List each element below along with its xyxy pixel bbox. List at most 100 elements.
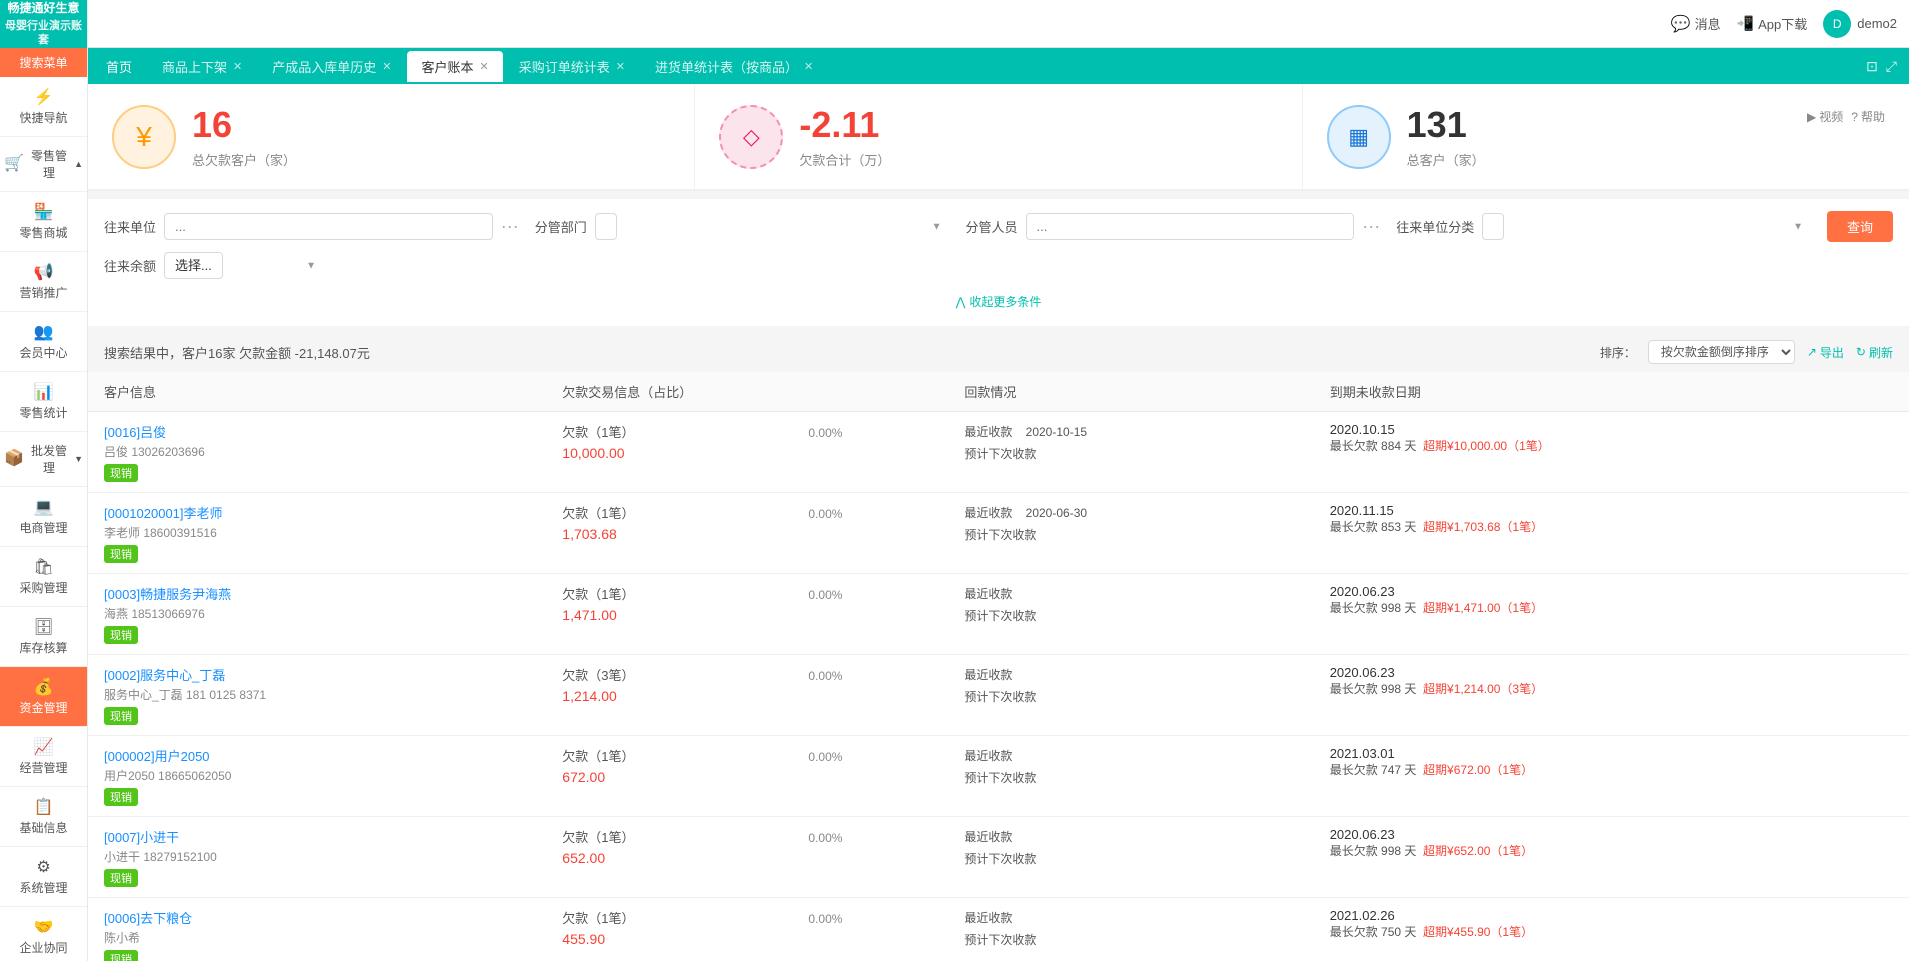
manager-more-btn[interactable]: ···: [1362, 216, 1380, 237]
cell-due-date: 2020.10.15 最长欠款 884 天 超期¥10,000.00（1笔）: [1314, 412, 1909, 493]
overdue-link[interactable]: 超期¥672.00（1笔）: [1423, 763, 1533, 777]
app-download-btn[interactable]: 📲 App下载: [1737, 14, 1808, 33]
sidebar-item-retail-mgmt[interactable]: 🛒 零售管理 ▲: [0, 137, 87, 192]
sidebar-item-inventory[interactable]: 🗄 库存核算: [0, 607, 87, 667]
balance-select-wrapper: 选择...: [164, 252, 324, 279]
stat-info-debt: -2.11 欠款合计（万）: [799, 104, 890, 169]
message-btn[interactable]: 💬 消息: [1671, 14, 1721, 34]
export-icon: ↗: [1807, 345, 1817, 359]
sidebar-item-members[interactable]: 👥 会员中心: [0, 312, 87, 372]
tab-close-product-offsale[interactable]: ✕: [233, 60, 242, 73]
cell-return-info: 最近收款 2020-10-15 预计下次收款: [948, 412, 1313, 493]
tab-minimize-btn[interactable]: ⊡: [1866, 58, 1878, 75]
operations-icon: 📈: [4, 737, 83, 757]
sidebar-item-quick-nav[interactable]: ⚡ 快捷导航: [0, 77, 87, 137]
customer-name[interactable]: [0003]畅捷服务尹海燕: [104, 584, 530, 603]
customer-name[interactable]: [0001020001]李老师: [104, 503, 530, 522]
video-btn[interactable]: ▶ 视频: [1807, 108, 1843, 125]
tab-expand-btn[interactable]: ⤢: [1886, 58, 1897, 75]
customer-name[interactable]: [0002]服务中心_丁磊: [104, 665, 530, 684]
tab-home[interactable]: 首页: [92, 51, 146, 82]
unit-category-select[interactable]: [1482, 213, 1504, 240]
overdue-link[interactable]: 超期¥455.90（1笔）: [1423, 925, 1533, 939]
overdue-link[interactable]: 超期¥1,703.68（1笔）: [1423, 520, 1543, 534]
manager-input[interactable]: [1026, 213, 1355, 240]
sidebar-item-basic-info[interactable]: 📋 基础信息: [0, 787, 87, 847]
sidebar-item-operations[interactable]: 📈 经营管理: [0, 727, 87, 787]
sidebar-item-finance[interactable]: 💰 资金管理: [0, 667, 87, 727]
tab-close-customer-account[interactable]: ✕: [480, 60, 489, 73]
sidebar-item-system[interactable]: ⚙ 系统管理: [0, 847, 87, 907]
customer-name[interactable]: [0006]去下粮仓: [104, 908, 530, 927]
cell-debt-count: 欠款（1笔） 10,000.00: [546, 412, 792, 493]
cell-return-info: 最近收款 预计下次收款: [948, 817, 1313, 898]
customer-name[interactable]: [000002]用户2050: [104, 746, 530, 765]
customer-name[interactable]: [0007]小进干: [104, 827, 530, 846]
cell-return-info: 最近收款 预计下次收款: [948, 736, 1313, 817]
customer-phone: 陈小希: [104, 929, 530, 946]
sidebar-item-ecommerce[interactable]: 💻 电商管理: [0, 487, 87, 547]
sort-select[interactable]: 按欠款金额倒序排序: [1648, 340, 1795, 364]
help-btn[interactable]: ? 帮助: [1851, 108, 1885, 125]
purchase-mgmt-icon: 🛍: [4, 557, 83, 577]
retail-mgmt-icon: 🛒: [4, 153, 24, 173]
refresh-icon: ↻: [1856, 345, 1866, 359]
finance-icon: 💰: [4, 677, 83, 697]
chevron-down-icon: ▲: [74, 159, 83, 169]
customer-tag: 现销: [104, 545, 138, 563]
app-logo: 畅捷通好生意 母婴行业演示账套: [0, 0, 87, 48]
source-unit-input[interactable]: [164, 213, 493, 240]
cell-due-date: 2021.02.26 最长欠款 750 天 超期¥455.90（1笔）: [1314, 898, 1909, 961]
balance-select[interactable]: 选择...: [164, 252, 223, 279]
unit-category-select-wrapper: [1482, 213, 1811, 240]
source-unit-more-btn[interactable]: ···: [501, 216, 519, 237]
sidebar-item-batch-mgmt[interactable]: 📦 批发管理 ▼: [0, 432, 87, 487]
sidebar-item-enterprise[interactable]: 🤝 企业协同: [0, 907, 87, 961]
cell-debt-count: 欠款（3笔） 1,214.00: [546, 655, 792, 736]
tab-customer-account[interactable]: 客户账本 ✕: [407, 51, 502, 82]
tab-purchase-stats[interactable]: 进货单统计表（按商品） ✕: [641, 51, 827, 82]
sidebar-item-marketing[interactable]: 📢 营销推广: [0, 252, 87, 312]
export-btn[interactable]: ↗ 导出: [1807, 344, 1844, 361]
video-icon: ▶: [1807, 110, 1816, 124]
topbar: 💬 消息 📲 App下载 D demo2: [88, 0, 1909, 48]
stat-info-customers: 16 总欠款客户（家）: [192, 104, 296, 169]
col-due-date: 到期未收款日期: [1314, 372, 1909, 412]
cell-debt-percent: 0.00%: [792, 574, 948, 655]
system-icon: ⚙: [4, 857, 83, 877]
tab-close-purchase-order[interactable]: ✕: [616, 60, 625, 73]
overdue-link[interactable]: 超期¥652.00（1笔）: [1423, 844, 1533, 858]
dept-select[interactable]: [595, 213, 617, 240]
inventory-icon: 🗄: [4, 617, 83, 637]
dept-label: 分管部门: [535, 217, 587, 236]
sidebar-search[interactable]: 搜索菜单: [0, 48, 87, 77]
tab-close-product-instock[interactable]: ✕: [382, 60, 391, 73]
sidebar: 畅捷通好生意 母婴行业演示账套 搜索菜单 ⚡ 快捷导航 🛒 零售管理 ▲ 🏪 零…: [0, 0, 88, 961]
sidebar-item-retail-mall[interactable]: 🏪 零售商城: [0, 192, 87, 252]
user-menu[interactable]: D demo2: [1823, 10, 1897, 38]
message-icon: 💬: [1671, 14, 1691, 34]
tab-product-instock[interactable]: 产成品入库单历史 ✕: [258, 51, 405, 82]
customer-phone: 李老师 18600391516: [104, 524, 530, 541]
cell-customer-info: [000002]用户2050 用户2050 18665062050 现销: [88, 736, 546, 817]
retail-mall-icon: 🏪: [4, 202, 83, 222]
sidebar-item-retail-stats[interactable]: 📊 零售统计: [0, 372, 87, 432]
refresh-btn[interactable]: ↻ 刷新: [1856, 344, 1893, 361]
stat-card-customers: ¥ 16 总欠款客户（家）: [88, 84, 695, 189]
tab-purchase-order[interactable]: 采购订单统计表 ✕: [505, 51, 639, 82]
enterprise-icon: 🤝: [4, 917, 83, 937]
search-button[interactable]: 查询: [1827, 211, 1893, 242]
customer-name[interactable]: [0016]吕俊: [104, 422, 530, 441]
tab-product-offsale[interactable]: 商品上下架 ✕: [148, 51, 256, 82]
sidebar-item-purchase-mgmt[interactable]: 🛍 采购管理: [0, 547, 87, 607]
overdue-link[interactable]: 超期¥10,000.00（1笔）: [1423, 439, 1550, 453]
overdue-link[interactable]: 超期¥1,471.00（1笔）: [1423, 601, 1543, 615]
collapse-btn[interactable]: ⋀ 收起更多条件: [956, 293, 1042, 310]
content-area: ¥ 16 总欠款客户（家） ◇ -2.11 欠款合计（万） ▦: [88, 84, 1909, 961]
stat-card-total: ▦ 131 总客户（家） ▶ 视频 ? 帮助: [1303, 84, 1909, 189]
overdue-link[interactable]: 超期¥1,214.00（3笔）: [1423, 682, 1543, 696]
topbar-right: 💬 消息 📲 App下载 D demo2: [1671, 10, 1897, 38]
tabs-bar: 首页 商品上下架 ✕ 产成品入库单历史 ✕ 客户账本 ✕ 采购订单统计表 ✕ 进…: [88, 48, 1909, 84]
tab-close-purchase-stats[interactable]: ✕: [804, 60, 813, 73]
manager-label: 分管人员: [966, 217, 1018, 236]
